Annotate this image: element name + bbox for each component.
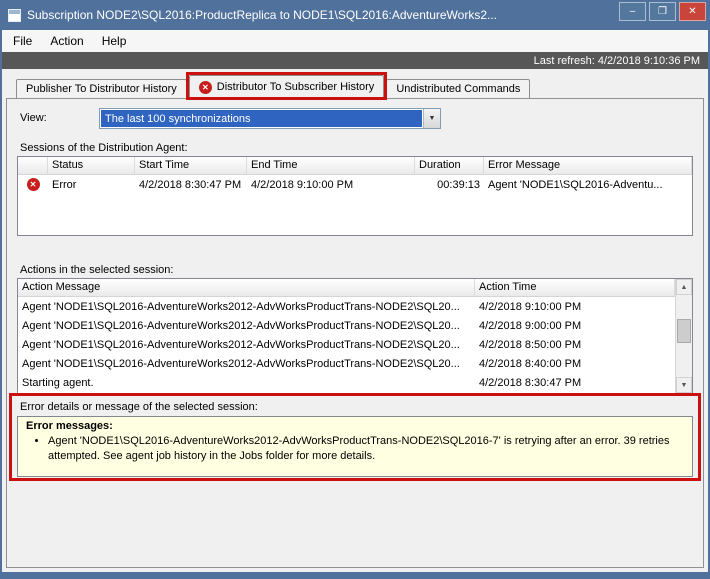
status-bar: Last refresh: 4/2/2018 9:10:36 PM bbox=[2, 52, 708, 69]
menu-item-action[interactable]: Action bbox=[41, 31, 92, 51]
view-label: View: bbox=[20, 112, 47, 124]
menu-bar: File Action Help bbox=[2, 30, 708, 52]
action-message: Agent 'NODE1\SQL2016-AdventureWorks2012-… bbox=[18, 301, 475, 313]
column-header-action-time[interactable]: Action Time bbox=[475, 279, 675, 296]
session-end-time: 4/2/2018 9:10:00 PM bbox=[247, 179, 415, 191]
scrollbar-thumb[interactable] bbox=[677, 319, 691, 343]
action-row[interactable]: Starting agent. 4/2/2018 8:30:47 PM bbox=[18, 373, 675, 392]
column-header-action-message[interactable]: Action Message bbox=[18, 279, 475, 296]
action-time: 4/2/2018 9:00:00 PM bbox=[475, 320, 675, 332]
sessions-header: Status Start Time End Time Duration Erro… bbox=[18, 157, 692, 175]
action-time: 4/2/2018 8:30:47 PM bbox=[475, 377, 675, 389]
session-status: Error bbox=[48, 179, 135, 191]
column-header-icon[interactable] bbox=[18, 157, 48, 174]
sessions-table[interactable]: Status Start Time End Time Duration Erro… bbox=[17, 156, 693, 236]
view-dropdown[interactable]: The last 100 synchronizations ▼ bbox=[99, 108, 441, 129]
column-header-end-time[interactable]: End Time bbox=[247, 157, 415, 174]
last-refresh-text: Last refresh: 4/2/2018 9:10:36 PM bbox=[534, 55, 700, 67]
action-time: 4/2/2018 9:10:00 PM bbox=[475, 301, 675, 313]
sessions-caption: Sessions of the Distribution Agent: bbox=[20, 142, 188, 154]
menu-item-file[interactable]: File bbox=[4, 31, 41, 51]
minimize-button[interactable]: – bbox=[619, 2, 646, 21]
actions-caption: Actions in the selected session: bbox=[20, 264, 173, 276]
tab-publisher-to-distributor-history[interactable]: Publisher To Distributor History bbox=[16, 79, 187, 99]
session-duration: 00:39:13 bbox=[415, 179, 484, 191]
tab-undistributed-commands[interactable]: Undistributed Commands bbox=[386, 79, 530, 99]
title-bar[interactable]: Subscription NODE2\SQL2016:ProductReplic… bbox=[0, 0, 710, 30]
window-controls: – ❐ ✕ bbox=[616, 2, 706, 21]
session-error-message: Agent 'NODE1\SQL2016-Adventu... bbox=[484, 179, 692, 191]
column-header-duration[interactable]: Duration bbox=[415, 157, 484, 174]
tab-distributor-to-subscriber-history[interactable]: ✕ Distributor To Subscriber History bbox=[189, 75, 385, 99]
tab-label: Publisher To Distributor History bbox=[26, 83, 177, 95]
action-row[interactable]: Agent 'NODE1\SQL2016-AdventureWorks2012-… bbox=[18, 297, 675, 316]
action-message: Starting agent. bbox=[18, 377, 475, 389]
tab-label: Undistributed Commands bbox=[396, 83, 520, 95]
action-row[interactable]: Agent 'NODE1\SQL2016-AdventureWorks2012-… bbox=[18, 335, 675, 354]
action-time: 4/2/2018 8:40:00 PM bbox=[475, 358, 675, 370]
tab-label: Distributor To Subscriber History bbox=[217, 81, 375, 93]
actions-header: Action Message Action Time bbox=[18, 279, 675, 297]
error-icon: ✕ bbox=[27, 178, 40, 191]
scroll-down-icon[interactable]: ▼ bbox=[676, 377, 692, 393]
tab-panel: View: The last 100 synchronizations ▼ Se… bbox=[6, 98, 704, 568]
action-message: Agent 'NODE1\SQL2016-AdventureWorks2012-… bbox=[18, 339, 475, 351]
action-message: Agent 'NODE1\SQL2016-AdventureWorks2012-… bbox=[18, 320, 475, 332]
action-time: 4/2/2018 8:50:00 PM bbox=[475, 339, 675, 351]
menu-item-help[interactable]: Help bbox=[93, 31, 136, 51]
error-icon: ✕ bbox=[199, 81, 212, 94]
tab-strip: Publisher To Distributor History ✕ Distr… bbox=[16, 74, 532, 99]
error-messages-heading: Error messages: bbox=[26, 420, 684, 432]
maximize-button[interactable]: ❐ bbox=[649, 2, 676, 21]
error-details-section: Error details or message of the selected… bbox=[17, 399, 693, 477]
subscription-window: Subscription NODE2\SQL2016:ProductReplic… bbox=[0, 0, 710, 579]
column-header-start-time[interactable]: Start Time bbox=[135, 157, 247, 174]
scroll-up-icon[interactable]: ▲ bbox=[676, 279, 692, 295]
column-header-status[interactable]: Status bbox=[48, 157, 135, 174]
actions-scrollbar[interactable]: ▲ ▼ bbox=[675, 279, 692, 393]
error-details-caption: Error details or message of the selected… bbox=[20, 401, 258, 413]
window-title: Subscription NODE2\SQL2016:ProductReplic… bbox=[27, 8, 610, 22]
dropdown-arrow-icon[interactable]: ▼ bbox=[423, 109, 440, 128]
column-header-error-message[interactable]: Error Message bbox=[484, 157, 692, 174]
error-message-text: Agent 'NODE1\SQL2016-AdventureWorks2012-… bbox=[48, 434, 684, 464]
actions-table[interactable]: Action Message Action Time Agent 'NODE1\… bbox=[17, 278, 693, 394]
action-row[interactable]: Agent 'NODE1\SQL2016-AdventureWorks2012-… bbox=[18, 316, 675, 335]
window-icon bbox=[8, 9, 21, 22]
view-dropdown-value: The last 100 synchronizations bbox=[101, 110, 422, 127]
content-area: Publisher To Distributor History ✕ Distr… bbox=[2, 69, 708, 572]
session-row[interactable]: ✕ Error 4/2/2018 8:30:47 PM 4/2/2018 9:1… bbox=[18, 175, 692, 194]
action-row[interactable]: Agent 'NODE1\SQL2016-AdventureWorks2012-… bbox=[18, 354, 675, 373]
action-message: Agent 'NODE1\SQL2016-AdventureWorks2012-… bbox=[18, 358, 475, 370]
error-messages-panel: Error messages: Agent 'NODE1\SQL2016-Adv… bbox=[17, 416, 693, 477]
close-button[interactable]: ✕ bbox=[679, 2, 706, 21]
session-start-time: 4/2/2018 8:30:47 PM bbox=[135, 179, 247, 191]
